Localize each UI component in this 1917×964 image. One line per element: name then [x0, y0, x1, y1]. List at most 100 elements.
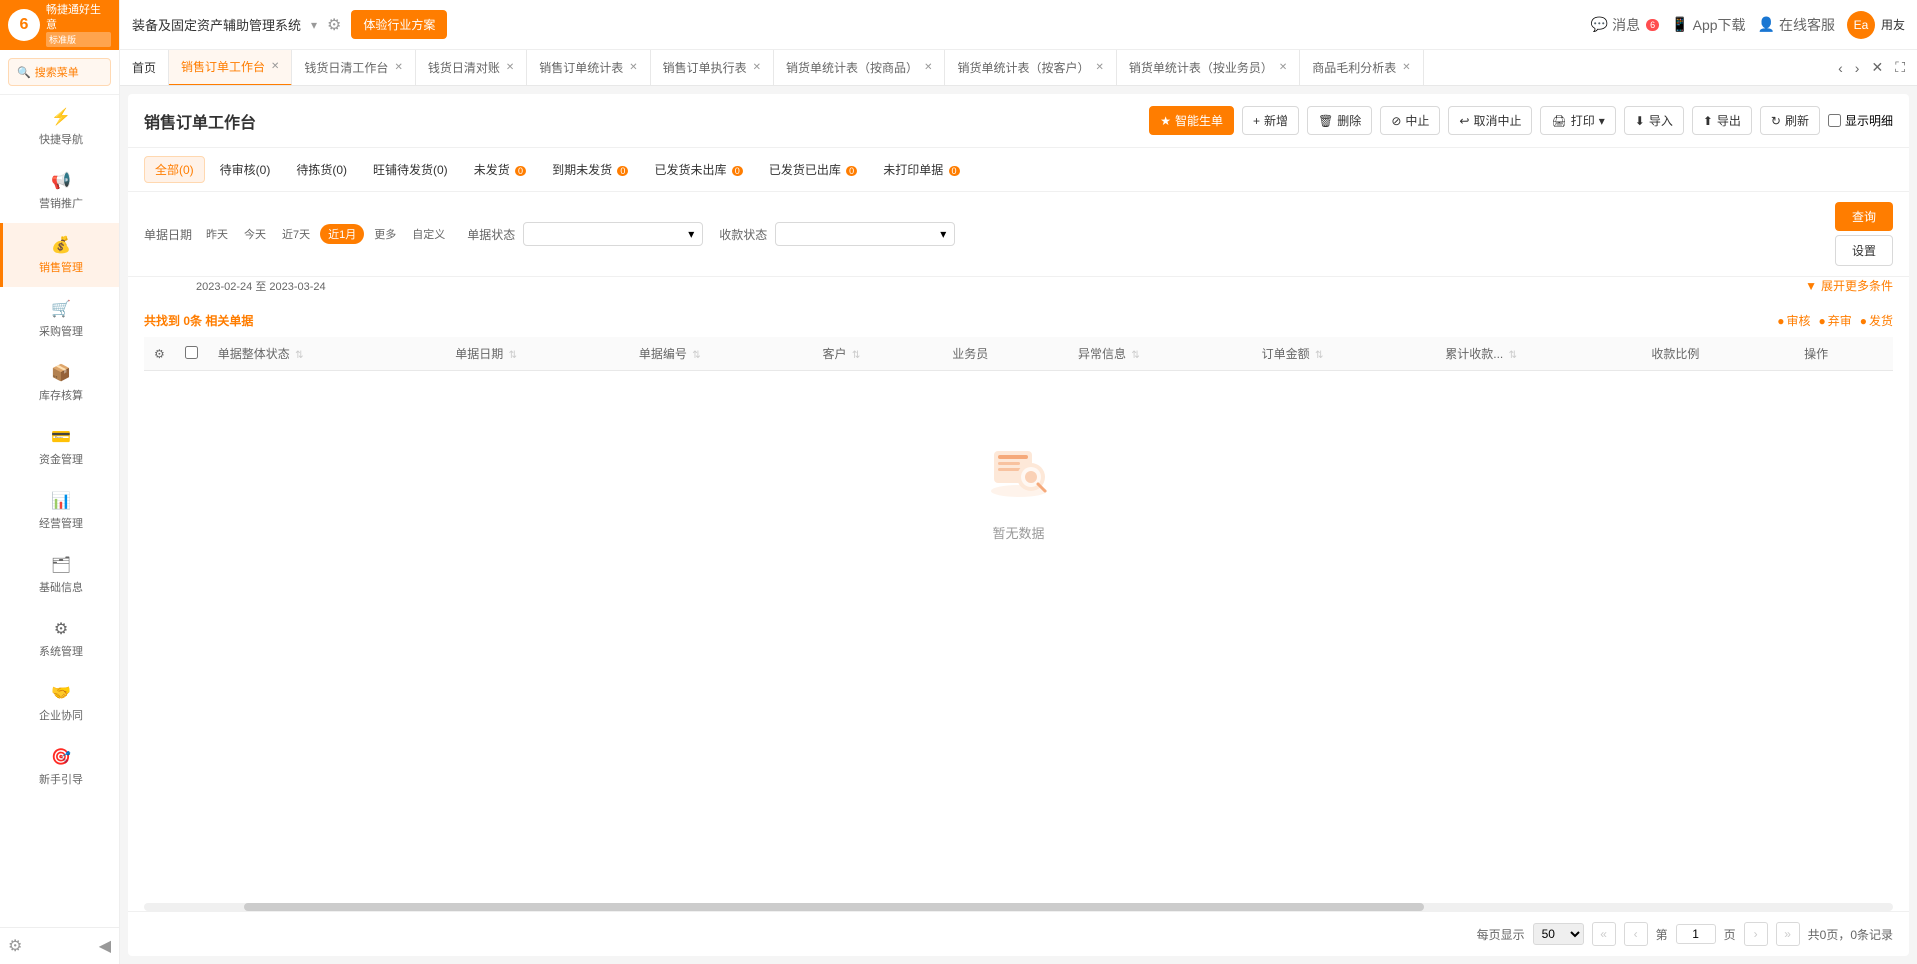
- th-customer-sort[interactable]: ⇅: [852, 350, 860, 361]
- show-detail-checkbox[interactable]: [1828, 114, 1841, 127]
- show-detail-label[interactable]: 显示明细: [1828, 112, 1893, 129]
- message-button[interactable]: 💬 消息 6: [1591, 15, 1659, 35]
- sub-tab-pending-inspect-label: 待拣货(0): [296, 163, 347, 177]
- tab-home[interactable]: 首页: [120, 50, 169, 86]
- th-date-sort[interactable]: ⇅: [509, 350, 517, 361]
- tab-sales-exec[interactable]: 销售订单执行表 ✕: [651, 50, 774, 86]
- tabs-fullscreen[interactable]: ⛶: [1891, 57, 1909, 78]
- tabs-scroll-right[interactable]: ›: [1851, 58, 1864, 78]
- th-abnormal-sort[interactable]: ⇅: [1131, 350, 1139, 361]
- tab-cash-reconcile[interactable]: 钱货日清对账 ✕: [416, 50, 527, 86]
- cancel-stop-button[interactable]: ↩ 取消中止: [1448, 106, 1532, 135]
- sidebar-item-newbie[interactable]: 🎯 新手引导: [0, 735, 119, 799]
- online-service-button[interactable]: 👤 在线客服: [1758, 15, 1835, 35]
- online-service-label: 在线客服: [1779, 15, 1835, 35]
- filter-date-today[interactable]: 今天: [238, 224, 272, 244]
- pagination-last[interactable]: »: [1776, 922, 1800, 946]
- tab-product-margin[interactable]: 商品毛利分析表 ✕: [1300, 50, 1423, 86]
- tab-sales-stat-close[interactable]: ✕: [629, 62, 637, 73]
- tab-sales-stat-customer[interactable]: 销货单统计表（按客户） ✕: [945, 50, 1116, 86]
- scrollbar-thumb[interactable]: [244, 903, 1424, 911]
- th-settings[interactable]: ⚙: [144, 337, 175, 371]
- tab-sales-stat-staff[interactable]: 销货单统计表（按业务员） ✕: [1117, 50, 1300, 86]
- stop-button[interactable]: ⊘ 中止: [1380, 106, 1440, 135]
- expand-filters-button[interactable]: ▼ 展开更多条件: [1805, 277, 1893, 294]
- tab-sales-stat-staff-close[interactable]: ✕: [1279, 62, 1287, 73]
- pagination-prev[interactable]: ‹: [1624, 922, 1648, 946]
- tab-sales-stat-product-close[interactable]: ✕: [924, 62, 932, 73]
- add-button[interactable]: + 新增: [1242, 106, 1299, 135]
- sidebar-item-marketing[interactable]: 📢 营销推广: [0, 159, 119, 223]
- sidebar-item-finance[interactable]: 💳 资金管理: [0, 415, 119, 479]
- pagination-next[interactable]: ›: [1744, 922, 1768, 946]
- tab-cash-daily[interactable]: 钱货日清工作台 ✕: [292, 50, 415, 86]
- filter-date-more[interactable]: 更多: [368, 224, 402, 244]
- tab-sales-stat-customer-close[interactable]: ✕: [1095, 62, 1103, 73]
- sidebar-item-purchase[interactable]: 🛒 采购管理: [0, 287, 119, 351]
- sub-tab-shipped-out[interactable]: 已发货已出库 0: [758, 156, 868, 183]
- query-button[interactable]: 查询: [1835, 202, 1893, 231]
- sub-tab-all[interactable]: 全部(0): [144, 156, 205, 183]
- th-status-sort[interactable]: ⇅: [295, 350, 303, 361]
- th-checkbox[interactable]: [175, 337, 208, 371]
- dropdown-icon[interactable]: ▾: [311, 18, 317, 32]
- sidebar-item-quick-nav[interactable]: ⚡ 快捷导航: [0, 95, 119, 159]
- tabs-close-all[interactable]: ✕: [1867, 57, 1887, 78]
- filter-payment-select[interactable]: ▾: [775, 222, 955, 246]
- sub-tab-pending-inspect[interactable]: 待拣货(0): [285, 156, 358, 183]
- tab-sales-exec-close[interactable]: ✕: [753, 62, 761, 73]
- export-button[interactable]: ⬆ 导出: [1692, 106, 1752, 135]
- cancel-review-action-button[interactable]: ● 弃审: [1818, 312, 1851, 329]
- per-page-select[interactable]: 50 100 200: [1533, 923, 1584, 945]
- sub-tab-not-printed[interactable]: 未打印单据 0: [872, 156, 970, 183]
- filter-date-1month[interactable]: 近1月: [320, 224, 364, 244]
- sidebar-item-sales[interactable]: 💰 销售管理: [0, 223, 119, 287]
- delete-button[interactable]: 🗑 删除: [1307, 106, 1372, 135]
- sub-tab-not-shipped[interactable]: 未发货 0: [463, 156, 537, 183]
- filter-date-custom[interactable]: 自定义: [406, 224, 451, 244]
- review-action-button[interactable]: ● 审核: [1777, 312, 1810, 329]
- sidebar-collapse-icon[interactable]: ◀: [99, 936, 111, 956]
- orders-table: ⚙ 单据整体状态 ⇅ 单据日期 ⇅: [144, 337, 1893, 371]
- horizontal-scrollbar[interactable]: [144, 903, 1893, 911]
- th-collected-sort[interactable]: ⇅: [1509, 350, 1517, 361]
- tab-sales-workbench[interactable]: 销售订单工作台 ✕: [169, 50, 292, 86]
- sidebar-item-operation[interactable]: 📊 经营管理: [0, 479, 119, 543]
- page-input[interactable]: [1676, 924, 1716, 944]
- tab-product-margin-close[interactable]: ✕: [1402, 62, 1410, 73]
- select-all-checkbox[interactable]: [185, 346, 198, 359]
- sidebar-item-inventory[interactable]: 📦 库存核算: [0, 351, 119, 415]
- user-menu[interactable]: Ea 用友: [1847, 11, 1905, 39]
- solution-button[interactable]: 体验行业方案: [351, 10, 447, 39]
- tab-sales-stat-product[interactable]: 销货单统计表（按商品） ✕: [774, 50, 945, 86]
- tab-sales-workbench-close[interactable]: ✕: [271, 61, 279, 72]
- filter-status-select[interactable]: ▾: [523, 222, 703, 246]
- sidebar-item-system[interactable]: ⚙ 系统管理: [0, 607, 119, 671]
- filter-date-7days[interactable]: 近7天: [276, 224, 316, 244]
- sidebar-settings-icon[interactable]: ⚙: [8, 936, 22, 956]
- setting-button[interactable]: 设置: [1835, 235, 1893, 266]
- sidebar-item-basic[interactable]: 🗂 基础信息: [0, 543, 119, 607]
- import-button[interactable]: ⬇ 导入: [1624, 106, 1684, 135]
- pagination-first[interactable]: «: [1592, 922, 1616, 946]
- search-menu-button[interactable]: 🔍 搜索菜单: [8, 58, 111, 86]
- tabs-scroll-left[interactable]: ‹: [1834, 58, 1847, 78]
- sub-tab-shipped-not-out[interactable]: 已发货未出库 0: [643, 156, 753, 183]
- ship-action-button[interactable]: ● 发货: [1860, 312, 1893, 329]
- app-download-button[interactable]: 📱 App下载: [1671, 15, 1745, 35]
- tab-cash-daily-close[interactable]: ✕: [394, 62, 402, 73]
- smart-generate-button[interactable]: ★ 智能生单: [1149, 106, 1234, 135]
- sub-tab-pending-review[interactable]: 待审核(0): [209, 156, 282, 183]
- settings-icon[interactable]: ⚙: [327, 15, 341, 35]
- print-button[interactable]: 🖨 打印 ▾: [1540, 106, 1615, 135]
- th-amount-sort[interactable]: ⇅: [1315, 350, 1323, 361]
- sub-tab-wangpu[interactable]: 旺铺待发货(0): [362, 156, 459, 183]
- page-label: 第: [1656, 926, 1668, 943]
- tab-sales-stat[interactable]: 销售订单统计表 ✕: [527, 50, 650, 86]
- sub-tab-overdue[interactable]: 到期未发货 0: [541, 156, 639, 183]
- sidebar-item-corp[interactable]: 🤝 企业协同: [0, 671, 119, 735]
- filter-date-yesterday[interactable]: 昨天: [200, 224, 234, 244]
- th-number-sort[interactable]: ⇅: [692, 350, 700, 361]
- tab-cash-reconcile-close[interactable]: ✕: [506, 62, 514, 73]
- refresh-button[interactable]: ↻ 刷新: [1760, 106, 1820, 135]
